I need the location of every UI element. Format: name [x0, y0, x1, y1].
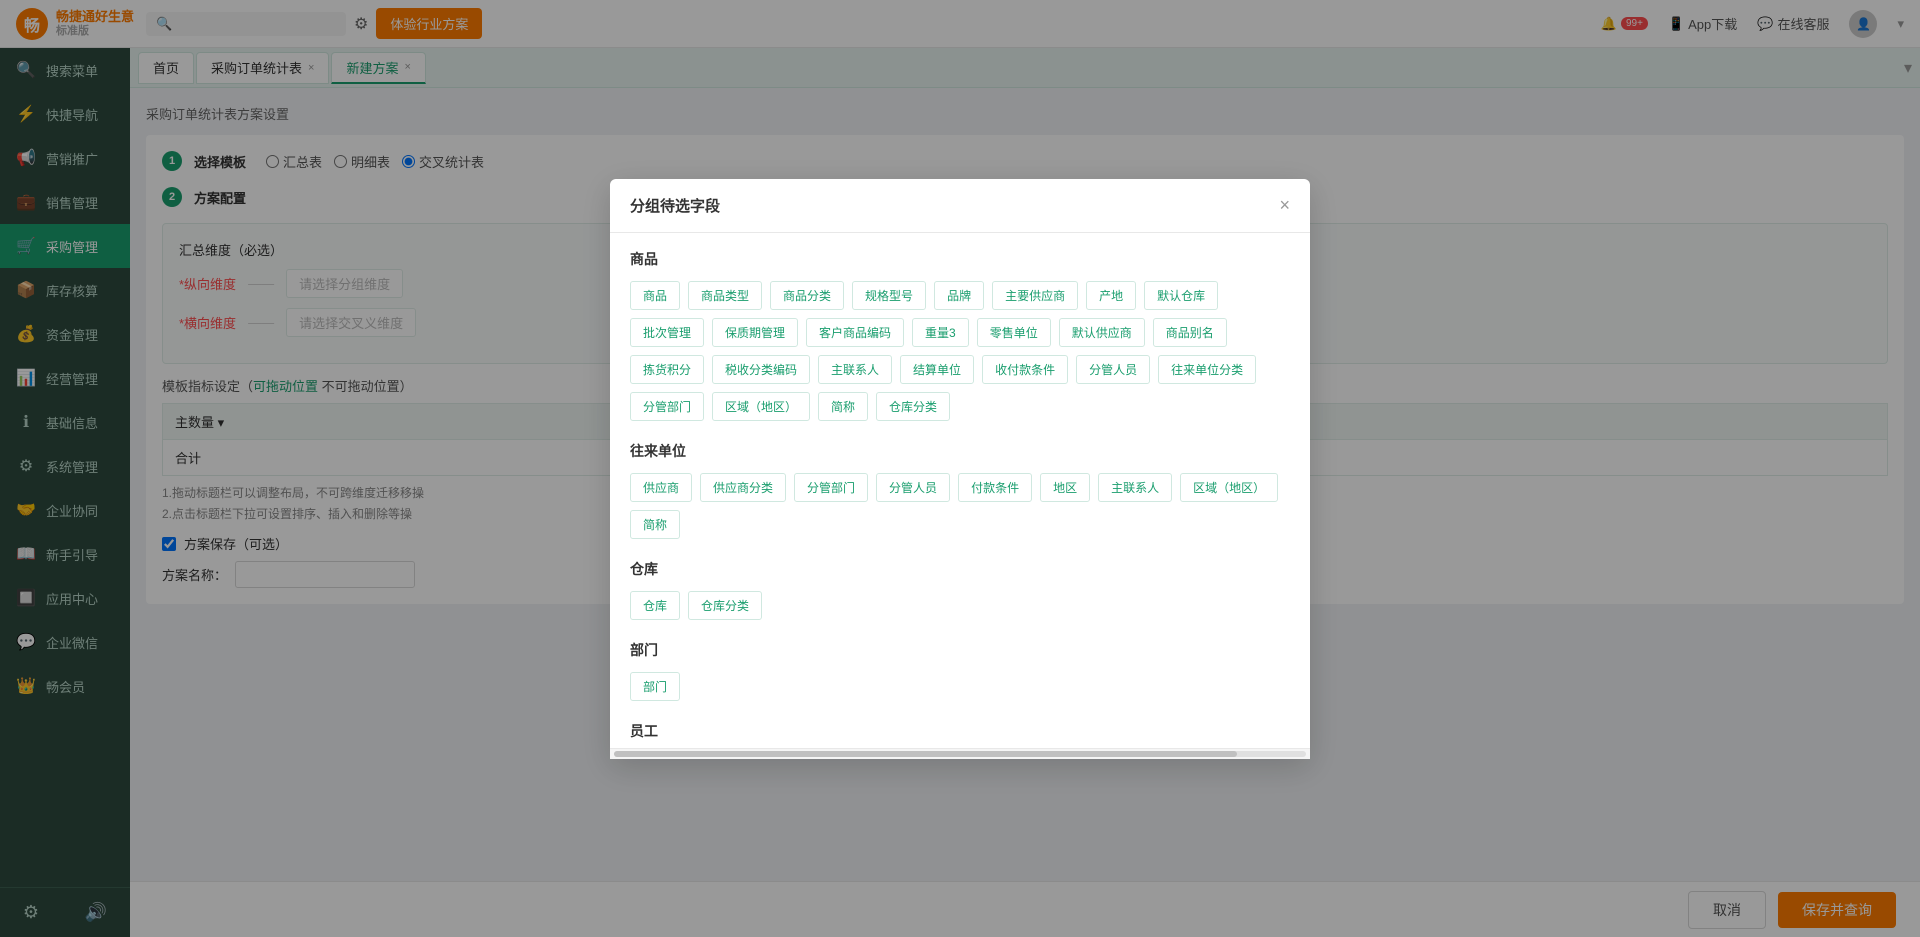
field-section-title-employee: 员工	[630, 721, 1290, 741]
field-tag-payment-condition[interactable]: 付款条件	[958, 473, 1032, 502]
field-tag-default-warehouse[interactable]: 默认仓库	[1144, 281, 1218, 310]
field-tag-shelf-life[interactable]: 保质期管理	[712, 318, 798, 347]
field-tag-department[interactable]: 部门	[630, 672, 680, 701]
field-section-title-department: 部门	[630, 640, 1290, 660]
field-tag-product-alias[interactable]: 商品别名	[1153, 318, 1227, 347]
field-tag-main-supplier[interactable]: 主要供应商	[992, 281, 1078, 310]
field-tag-payment-terms[interactable]: 收付款条件	[982, 355, 1068, 384]
modal-overlay[interactable]: 分组待选字段 × 商品 商品 商品类型 商品分类 规格型号 品牌 主要供应商 产…	[0, 0, 1920, 937]
field-tag-short-name[interactable]: 简称	[818, 392, 868, 421]
field-tag-retail-unit[interactable]: 零售单位	[977, 318, 1051, 347]
field-select-modal: 分组待选字段 × 商品 商品 商品类型 商品分类 规格型号 品牌 主要供应商 产…	[610, 179, 1310, 759]
field-tags-product: 商品 商品类型 商品分类 规格型号 品牌 主要供应商 产地 默认仓库 批次管理 …	[630, 281, 1290, 421]
field-section-product: 商品 商品 商品类型 商品分类 规格型号 品牌 主要供应商 产地 默认仓库 批次…	[630, 249, 1290, 421]
modal-hscroll[interactable]	[610, 748, 1310, 758]
field-tag-dept[interactable]: 分管部门	[630, 392, 704, 421]
field-tag-shortname-counterpart[interactable]: 简称	[630, 510, 680, 539]
field-tag-origin[interactable]: 产地	[1086, 281, 1136, 310]
field-tag-counterpart-category[interactable]: 往来单位分类	[1158, 355, 1256, 384]
field-tag-supplier[interactable]: 供应商	[630, 473, 692, 502]
field-section-employee: 员工 业务员	[630, 721, 1290, 749]
field-tag-dept-counterpart[interactable]: 分管部门	[794, 473, 868, 502]
field-tag-product-category[interactable]: 商品分类	[770, 281, 844, 310]
field-tag-spec-model[interactable]: 规格型号	[852, 281, 926, 310]
field-section-department: 部门 部门	[630, 640, 1290, 701]
field-tag-default-supplier[interactable]: 默认供应商	[1059, 318, 1145, 347]
field-tags-counterpart: 供应商 供应商分类 分管部门 分管人员 付款条件 地区 主联系人 区域（地区） …	[630, 473, 1290, 539]
field-tag-region-counterpart[interactable]: 地区	[1040, 473, 1090, 502]
field-tag-product-type[interactable]: 商品类型	[688, 281, 762, 310]
field-tag-region-product[interactable]: 区域（地区）	[712, 392, 810, 421]
field-tag-supplier-category[interactable]: 供应商分类	[700, 473, 786, 502]
field-tag-main-contact[interactable]: 主联系人	[818, 355, 892, 384]
field-section-title-product: 商品	[630, 249, 1290, 269]
field-tag-customer-code[interactable]: 客户商品编码	[806, 318, 904, 347]
modal-title: 分组待选字段	[630, 195, 720, 216]
modal-body: 商品 商品 商品类型 商品分类 规格型号 品牌 主要供应商 产地 默认仓库 批次…	[610, 233, 1310, 749]
field-section-warehouse: 仓库 仓库 仓库分类	[630, 559, 1290, 620]
modal-header: 分组待选字段 ×	[610, 179, 1310, 233]
field-tag-area-counterpart[interactable]: 区域（地区）	[1180, 473, 1278, 502]
field-tag-pick-score[interactable]: 拣货积分	[630, 355, 704, 384]
field-tag-warehouse-category-product[interactable]: 仓库分类	[876, 392, 950, 421]
field-tag-weight[interactable]: 重量3	[912, 318, 969, 347]
field-tag-warehouse[interactable]: 仓库	[630, 591, 680, 620]
field-section-title-counterpart: 往来单位	[630, 441, 1290, 461]
field-tags-warehouse: 仓库 仓库分类	[630, 591, 1290, 620]
field-tag-warehouse-category[interactable]: 仓库分类	[688, 591, 762, 620]
field-tag-supervisor[interactable]: 分管人员	[1076, 355, 1150, 384]
field-tag-tax-code[interactable]: 税收分类编码	[712, 355, 810, 384]
field-tag-product[interactable]: 商品	[630, 281, 680, 310]
field-tag-supervisor-counterpart[interactable]: 分管人员	[876, 473, 950, 502]
field-tags-department: 部门	[630, 672, 1290, 701]
field-section-counterpart: 往来单位 供应商 供应商分类 分管部门 分管人员 付款条件 地区 主联系人 区域…	[630, 441, 1290, 539]
field-tag-batch-mgmt[interactable]: 批次管理	[630, 318, 704, 347]
field-tag-brand[interactable]: 品牌	[934, 281, 984, 310]
modal-close-button[interactable]: ×	[1279, 195, 1290, 216]
field-section-title-warehouse: 仓库	[630, 559, 1290, 579]
field-tag-settlement-unit[interactable]: 结算单位	[900, 355, 974, 384]
field-tag-main-contact-counterpart[interactable]: 主联系人	[1098, 473, 1172, 502]
